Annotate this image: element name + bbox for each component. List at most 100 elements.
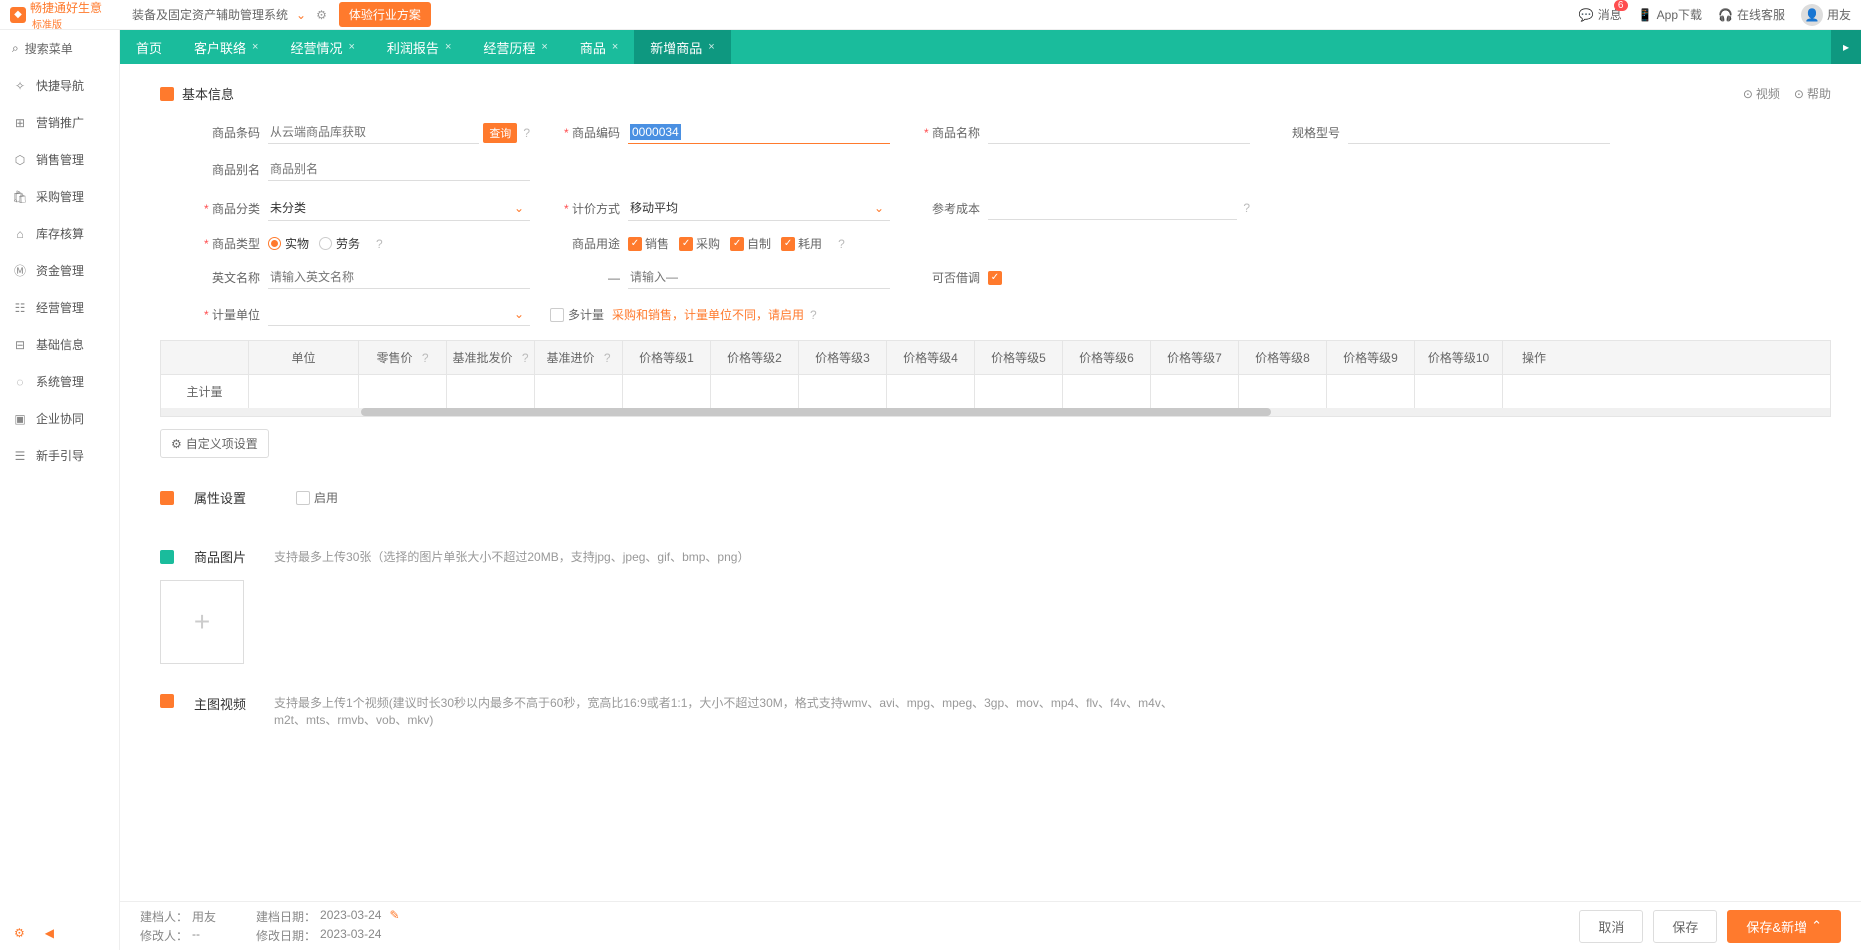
table-cell[interactable]: [623, 375, 711, 408]
name-input[interactable]: [988, 121, 1250, 144]
table-scrollbar[interactable]: [161, 408, 1830, 416]
tab[interactable]: 商品×: [564, 30, 634, 64]
spec-input[interactable]: [1348, 121, 1610, 144]
gear-icon[interactable]: ⚙: [316, 8, 327, 22]
sidebar-item[interactable]: ☰新手引导: [0, 437, 119, 474]
close-icon[interactable]: ×: [348, 41, 354, 53]
table-cell[interactable]: [1151, 375, 1239, 408]
section-title-attr: 属性设置: [194, 488, 246, 507]
help-icon[interactable]: ?: [838, 237, 845, 251]
sidebar-item[interactable]: ⊟基础信息: [0, 326, 119, 363]
pricing-select[interactable]: 移动平均 ⌄: [628, 195, 890, 221]
table-cell[interactable]: [1063, 375, 1151, 408]
table-cell[interactable]: [887, 375, 975, 408]
sidebar-gear-icon[interactable]: ⚙: [14, 926, 25, 940]
sidebar-item[interactable]: Ⓜ资金管理: [0, 252, 119, 289]
app-download-button[interactable]: 📱 App下载: [1638, 6, 1702, 23]
sidebar-item[interactable]: 🛍采购管理: [0, 178, 119, 215]
online-service-button[interactable]: 🎧 在线客服: [1718, 6, 1785, 23]
type-radio-physical[interactable]: 实物: [268, 235, 309, 252]
edition-tag: 标准版: [32, 16, 102, 31]
tab[interactable]: 利润报告×: [371, 30, 467, 64]
alias-input[interactable]: [268, 158, 530, 181]
help-icon[interactable]: ?: [810, 308, 817, 322]
sidebar-item[interactable]: ⊞营销推广: [0, 104, 119, 141]
table-cell[interactable]: [249, 375, 359, 408]
usage-checkbox[interactable]: ✓: [730, 237, 744, 251]
close-icon[interactable]: ×: [612, 41, 618, 53]
search-icon: ⌕: [12, 41, 19, 56]
close-icon[interactable]: ×: [445, 41, 451, 53]
close-icon[interactable]: ×: [708, 41, 714, 53]
tab[interactable]: 客户联络×: [178, 30, 274, 64]
sidebar-icon: ☰: [12, 449, 28, 463]
close-icon[interactable]: ×: [252, 41, 258, 53]
chevron-down-icon: ⌄: [514, 201, 528, 215]
sidebar-collapse-icon[interactable]: ◀: [45, 926, 54, 940]
table-cell[interactable]: [1327, 375, 1415, 408]
chevron-down-icon: ⌄: [296, 8, 306, 22]
barcode-input[interactable]: [268, 121, 479, 144]
attr-enable-checkbox[interactable]: 启用: [296, 489, 338, 506]
search-menu[interactable]: ⌕ 搜索菜单: [0, 30, 119, 67]
help-icon[interactable]: ?: [522, 351, 529, 365]
user-menu[interactable]: 👤 用友: [1801, 4, 1851, 26]
tab[interactable]: 经营情况×: [274, 30, 370, 64]
sidebar-item[interactable]: ◌系统管理: [0, 363, 119, 400]
table-cell[interactable]: [1503, 375, 1565, 408]
help-icon[interactable]: ?: [376, 237, 383, 251]
name-label: 商品名称: [910, 124, 980, 141]
usage-checkbox[interactable]: ✓: [781, 237, 795, 251]
table-cell[interactable]: [711, 375, 799, 408]
logo-icon: ◆: [10, 7, 26, 23]
save-new-button[interactable]: 保存&新增 ⌃: [1727, 910, 1841, 943]
sidebar-item[interactable]: ⌂库存核算: [0, 215, 119, 252]
help-icon[interactable]: ?: [1243, 201, 1250, 215]
sidebar-item[interactable]: ☷经营管理: [0, 289, 119, 326]
close-icon[interactable]: ×: [541, 41, 547, 53]
unit-label: 计量单位: [190, 306, 260, 323]
sidebar-item[interactable]: ▣企业协同: [0, 400, 119, 437]
usage-checkbox[interactable]: ✓: [679, 237, 693, 251]
video-help-link[interactable]: ⊙ 视频: [1743, 85, 1780, 102]
help-icon[interactable]: ?: [604, 351, 611, 365]
tab[interactable]: 首页: [120, 30, 178, 64]
sidebar-item[interactable]: ⬡销售管理: [0, 141, 119, 178]
table-cell[interactable]: [535, 375, 623, 408]
table-cell[interactable]: [359, 375, 447, 408]
table-cell[interactable]: [1415, 375, 1503, 408]
save-button[interactable]: 保存: [1653, 910, 1717, 943]
help-icon[interactable]: ?: [523, 126, 530, 140]
experience-button[interactable]: 体验行业方案: [339, 2, 431, 27]
message-icon: 💬: [1579, 8, 1594, 22]
type-radio-service[interactable]: 劳务: [319, 235, 360, 252]
message-button[interactable]: 💬 消息 6: [1579, 6, 1622, 23]
sidebar-icon: ✧: [12, 79, 28, 93]
table-header: 价格等级2: [711, 341, 799, 374]
multi-unit-checkbox[interactable]: [550, 308, 564, 322]
refcost-input[interactable]: [988, 197, 1237, 220]
usage-checkbox[interactable]: ✓: [628, 237, 642, 251]
image-upload-button[interactable]: +: [160, 580, 244, 664]
edit-icon[interactable]: ✎: [389, 908, 399, 925]
custom-fields-button[interactable]: ⚙ 自定义项设置: [160, 429, 269, 458]
help-link[interactable]: ⊙ 帮助: [1794, 85, 1831, 102]
code-input[interactable]: 0000034: [628, 121, 890, 144]
help-icon[interactable]: ?: [422, 351, 429, 365]
tabs-more-icon[interactable]: ▸: [1831, 30, 1861, 64]
tab[interactable]: 新增商品×: [634, 30, 730, 64]
unit-select[interactable]: ⌄: [268, 303, 530, 326]
table-cell[interactable]: [447, 375, 535, 408]
table-cell[interactable]: [975, 375, 1063, 408]
cancel-button[interactable]: 取消: [1579, 910, 1643, 943]
table-cell[interactable]: [799, 375, 887, 408]
category-select[interactable]: 未分类 ⌄: [268, 195, 530, 221]
sidebar-item[interactable]: ✧快捷导航: [0, 67, 119, 104]
table-cell[interactable]: [1239, 375, 1327, 408]
en-input[interactable]: [268, 266, 530, 289]
query-button[interactable]: 查询: [483, 123, 517, 143]
system-selector[interactable]: 装备及固定资产辅助管理系统 ⌄: [132, 6, 306, 23]
dash-input[interactable]: [628, 266, 890, 289]
borrow-checkbox[interactable]: ✓: [988, 271, 1002, 285]
tab[interactable]: 经营历程×: [467, 30, 563, 64]
